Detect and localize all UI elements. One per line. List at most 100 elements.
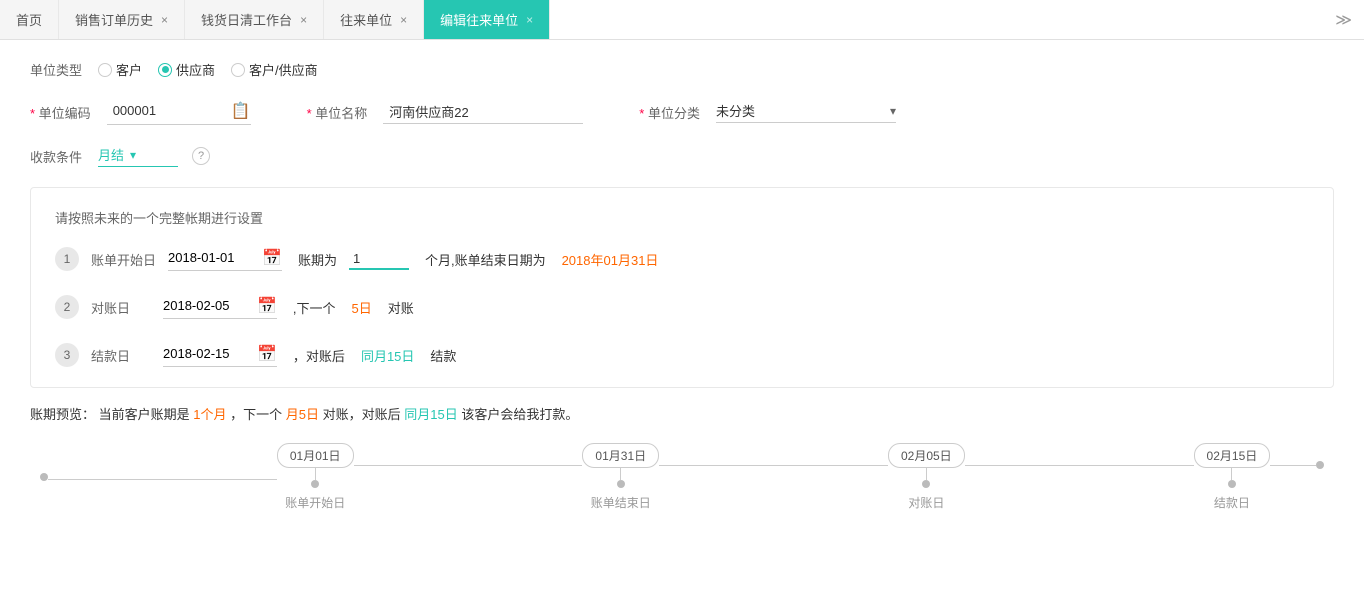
step-3-number: 3	[55, 343, 79, 367]
timeline-node-3: 02月05日 对账日	[888, 443, 965, 511]
tab-sales-order-history-close[interactable]: ×	[161, 13, 168, 27]
tab-cash-workbench-close[interactable]: ×	[300, 13, 307, 27]
step-1-row: 1 账单开始日 📅 账期为 个月,账单结束日期为 2018年01月31日	[55, 247, 1309, 271]
payment-terms-arrow-icon: ▾	[130, 148, 136, 162]
timeline-node-1-dot	[311, 480, 319, 488]
step-1-desc-before: 账期为	[298, 250, 337, 269]
step-2-desc-suffix: 对账	[388, 298, 414, 317]
step-3-calendar-icon[interactable]: 📅	[257, 344, 277, 364]
payment-terms-label: 收款条件	[30, 147, 82, 166]
preview-part-2: 1个月	[193, 407, 226, 422]
step-2-date-input: 📅	[163, 296, 277, 319]
timeline-node-1-vline	[315, 468, 316, 480]
unit-code-calendar-icon[interactable]: 📋	[231, 101, 251, 121]
unit-type-radio-group: 客户 供应商 客户/供应商	[98, 60, 318, 79]
timeline-node-2-vline	[620, 468, 621, 480]
timeline-node-3-vline	[926, 468, 927, 480]
step-2-desc-prefix: ,下一个	[293, 298, 336, 317]
tab-home-label: 首页	[16, 10, 42, 29]
unit-type-label: 单位类型	[30, 60, 82, 79]
step-3-highlight-day: 同月15日	[361, 346, 414, 365]
radio-customer[interactable]: 客户	[98, 60, 142, 79]
step-1-number: 1	[55, 247, 79, 271]
step-1-calendar-icon[interactable]: 📅	[262, 248, 282, 268]
unit-category-select[interactable]: 未分类 ▾	[716, 101, 896, 123]
step-3-date-field[interactable]	[163, 346, 253, 361]
tab-cash-workbench[interactable]: 钱货日清工作台 ×	[185, 0, 324, 39]
step-1-date-field[interactable]	[168, 250, 258, 265]
main-content: 单位类型 客户 供应商 客户/供应商 单位编码 📋 单位名称 单	[0, 40, 1364, 608]
tab-sales-order-history[interactable]: 销售订单历史 ×	[59, 0, 185, 39]
tab-edit-partner-unit-close[interactable]: ×	[526, 13, 533, 27]
step-3-label: 结款日	[91, 346, 151, 365]
tab-partner-units[interactable]: 往来单位 ×	[324, 0, 424, 39]
timeline-node-2-badge: 01月31日	[582, 443, 659, 468]
unit-code-input-group: 📋	[107, 99, 251, 125]
step-1-desc-after: 个月,账单结束日期为	[425, 250, 546, 269]
radio-customer-supplier-label: 客户/供应商	[249, 60, 318, 79]
radio-supplier-circle	[158, 63, 172, 77]
step-3-desc-prefix: ，对账后	[293, 346, 345, 365]
tab-home[interactable]: 首页	[0, 0, 59, 39]
step-1-end-date: 2018年01月31日	[562, 250, 659, 269]
unit-name-label: 单位名称	[307, 103, 368, 122]
step-2-calendar-icon[interactable]: 📅	[257, 296, 277, 316]
timeline-start-dot	[40, 473, 48, 481]
tab-expand-button[interactable]: ≫	[1323, 0, 1364, 39]
preview-part-6: 同月15日	[404, 407, 457, 422]
step-3-row: 3 结款日 📅 ，对账后 同月15日 结款	[55, 343, 1309, 367]
preview-part-3: ，下一个	[230, 407, 282, 422]
tab-bar: 首页 销售订单历史 × 钱货日清工作台 × 往来单位 × 编辑往来单位 × ≫	[0, 0, 1364, 40]
tab-partner-units-close[interactable]: ×	[400, 13, 407, 27]
unit-category-arrow-icon: ▾	[890, 104, 896, 118]
tab-cash-workbench-label: 钱货日清工作台	[201, 10, 292, 29]
radio-supplier-label: 供应商	[176, 60, 215, 79]
radio-supplier[interactable]: 供应商	[158, 60, 215, 79]
timeline-node-4-label: 结款日	[1214, 494, 1250, 511]
unit-type-row: 单位类型 客户 供应商 客户/供应商	[30, 60, 1334, 79]
payment-terms-select[interactable]: 月结 ▾	[98, 145, 178, 167]
timeline-node-2: 01月31日 账单结束日	[582, 443, 659, 511]
tab-edit-partner-unit-label: 编辑往来单位	[440, 10, 518, 29]
unit-category-value: 未分类	[716, 101, 884, 120]
section-hint: 请按照未来的一个完整帐期进行设置	[55, 208, 1309, 227]
preview-part-4: 月5日	[286, 407, 319, 422]
timeline-end-dot	[1316, 461, 1324, 469]
tl-seg-2	[354, 465, 583, 466]
timeline-node-1-label: 账单开始日	[285, 494, 345, 511]
step-2-highlight-day: 5日	[352, 298, 372, 317]
radio-customer-supplier-circle	[231, 63, 245, 77]
step-1-label: 账单开始日	[91, 250, 156, 269]
radio-customer-supplier[interactable]: 客户/供应商	[231, 60, 318, 79]
step-1-period-input[interactable]	[349, 249, 409, 270]
timeline-node-4: 02月15日 结款日	[1194, 443, 1271, 511]
timeline-node-3-dot	[922, 480, 930, 488]
timeline-container: 01月01日 账单开始日 01月31日 账单结束日 02月05日 对账日	[30, 443, 1334, 511]
timeline-node-1: 01月01日 账单开始日	[277, 443, 354, 511]
unit-info-row: 单位编码 📋 单位名称 单位分类 未分类 ▾	[30, 99, 1334, 125]
tl-seg-5	[1270, 465, 1316, 466]
timeline-node-4-badge: 02月15日	[1194, 443, 1271, 468]
preview-part-1: 当前客户账期是	[99, 407, 190, 422]
step-2-date-field[interactable]	[163, 298, 253, 313]
preview-section: 账期预览： 当前客户账期是 1个月 ，下一个 月5日 对账，对账后 同月15日 …	[30, 388, 1334, 511]
timeline-segment-1	[48, 475, 277, 480]
payment-terms-row: 收款条件 月结 ▾ ?	[30, 145, 1334, 167]
unit-code-input[interactable]	[107, 99, 227, 122]
step-2-label: 对账日	[91, 298, 151, 317]
preview-label: 账期预览：	[30, 407, 95, 422]
tab-edit-partner-unit[interactable]: 编辑往来单位 ×	[424, 0, 550, 39]
step-3-date-input: 📅	[163, 344, 277, 367]
unit-name-input[interactable]	[383, 100, 583, 124]
preview-text: 账期预览： 当前客户账期是 1个月 ，下一个 月5日 对账，对账后 同月15日 …	[30, 404, 1334, 423]
timeline-node-4-vline	[1231, 468, 1232, 480]
preview-part-7: 该客户会给我打款。	[461, 407, 578, 422]
step-1-date-input: 📅	[168, 248, 282, 271]
timeline-node-2-dot	[617, 480, 625, 488]
tl-seg-4	[965, 465, 1194, 466]
help-icon[interactable]: ?	[192, 147, 210, 165]
timeline-node-3-badge: 02月05日	[888, 443, 965, 468]
timeline-node-4-dot	[1228, 480, 1236, 488]
payment-terms-value: 月结	[98, 145, 124, 164]
unit-code-label: 单位编码	[30, 103, 91, 122]
